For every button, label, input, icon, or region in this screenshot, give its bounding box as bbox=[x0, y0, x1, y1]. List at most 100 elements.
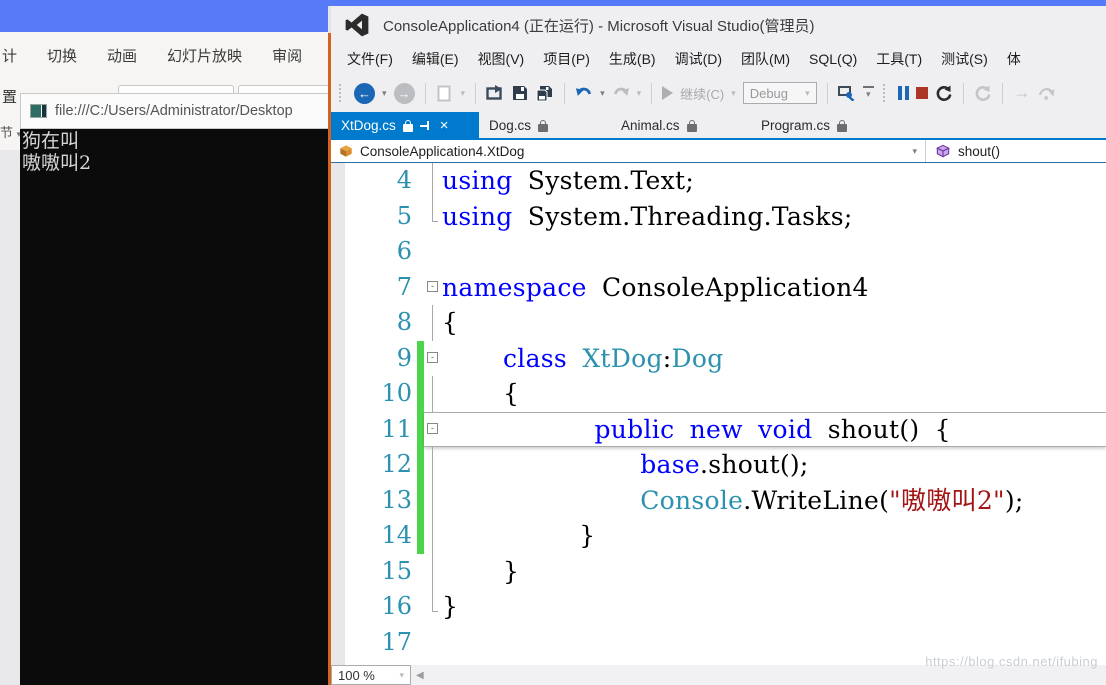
line-number[interactable]: 4 bbox=[331, 163, 417, 199]
close-icon[interactable]: × bbox=[440, 118, 449, 133]
code-editor[interactable]: 4 using System.Text; 5 using System.Threadi… bbox=[331, 163, 1106, 665]
menu-edit[interactable]: 编辑(E) bbox=[412, 49, 459, 69]
tab-xtdog-cs[interactable]: XtDog.cs × bbox=[331, 112, 479, 138]
menu-project[interactable]: 项目(P) bbox=[543, 49, 590, 69]
ppt-section-dropdown[interactable]: 节 ▾ bbox=[0, 122, 21, 141]
window-title: ConsoleApplication4 (正在运行) - Microsoft V… bbox=[383, 17, 815, 35]
menu-debug[interactable]: 调试(D) bbox=[675, 49, 722, 69]
tab-label: Animal.cs bbox=[621, 117, 680, 133]
collapse-icon[interactable]: - bbox=[427, 281, 438, 293]
chevron-down-icon: ▾ bbox=[399, 669, 404, 680]
line-number[interactable]: 16 bbox=[331, 589, 417, 625]
ppt-tab-transitions[interactable]: 切换 bbox=[47, 45, 77, 66]
collapse-icon[interactable]: - bbox=[427, 423, 438, 435]
console-window: file:///C:/Users/Administrator/Desktop 狗… bbox=[20, 93, 328, 685]
change-tracking-bar bbox=[417, 518, 424, 554]
code-line-9[interactable]: 9- class XtDog:Dog bbox=[331, 340, 1106, 377]
stop-debugging-button[interactable] bbox=[915, 87, 928, 99]
lock-icon bbox=[837, 119, 848, 132]
show-next-statement-button[interactable] bbox=[974, 84, 992, 102]
fold-margin[interactable]: - bbox=[424, 270, 442, 306]
line-number[interactable]: 15 bbox=[331, 554, 417, 590]
toolbar-grip[interactable] bbox=[882, 84, 889, 102]
change-tracking-bar bbox=[417, 482, 424, 518]
attach-process-button[interactable] bbox=[837, 84, 856, 102]
code-line-6[interactable]: 6 bbox=[331, 234, 1106, 270]
chevron-down-icon[interactable]: ▾ bbox=[382, 88, 387, 99]
toolbar-options-button[interactable]: ▾ bbox=[862, 86, 874, 100]
restart-button[interactable] bbox=[935, 84, 953, 102]
type-dropdown[interactable]: ConsoleApplication4.XtDog ▾ bbox=[331, 140, 926, 162]
code-line-15[interactable]: 15 } bbox=[331, 553, 1106, 590]
code-line-11[interactable]: 11- public new void shout() { bbox=[331, 411, 1106, 448]
code-line-14[interactable]: 14 } bbox=[331, 518, 1106, 554]
watermark-text: https://blog.csdn.net/ifubing bbox=[925, 654, 1098, 669]
menu-architecture-partial[interactable]: 体 bbox=[1007, 49, 1021, 69]
line-number[interactable]: 10 bbox=[331, 376, 417, 412]
code-line-7[interactable]: 7- namespace ConsoleApplication4 bbox=[331, 270, 1106, 306]
chevron-down-icon[interactable]: ▾ bbox=[600, 88, 605, 99]
open-file-button[interactable] bbox=[486, 84, 504, 102]
zoom-level-combo[interactable]: 100 % ▾ bbox=[331, 665, 411, 685]
navigate-forward-button[interactable]: → bbox=[393, 82, 415, 104]
line-number[interactable]: 8 bbox=[331, 305, 417, 341]
menu-test[interactable]: 测试(S) bbox=[941, 49, 988, 69]
code-line-12[interactable]: 12 base.shout(); bbox=[331, 447, 1106, 483]
tab-program-cs[interactable]: Program.cs bbox=[751, 112, 901, 138]
collapse-icon[interactable]: - bbox=[427, 352, 438, 364]
line-number[interactable]: 5 bbox=[331, 199, 417, 235]
step-over-button[interactable] bbox=[1038, 84, 1056, 102]
code-text: using System.Text; bbox=[442, 166, 695, 195]
tab-dog-cs[interactable]: Dog.cs bbox=[479, 112, 611, 138]
ppt-reset-label[interactable]: 置 bbox=[2, 86, 17, 107]
debug-configuration-combo[interactable]: Debug ▾ bbox=[742, 82, 817, 104]
chevron-down-icon[interactable]: ▾ bbox=[637, 88, 642, 99]
line-number[interactable]: 6 bbox=[331, 234, 417, 270]
scroll-left-icon[interactable]: ◀ bbox=[416, 670, 424, 681]
toolbar-grip[interactable] bbox=[339, 84, 345, 102]
navigate-back-button[interactable]: ← bbox=[354, 82, 375, 104]
redo-button[interactable] bbox=[612, 84, 630, 102]
line-number[interactable]: 9 bbox=[331, 341, 417, 377]
line-number[interactable]: 12 bbox=[331, 447, 417, 483]
code-line-13[interactable]: 13 Console.WriteLine("嗷嗷叫2"); bbox=[331, 482, 1106, 519]
chevron-down-icon[interactable]: ▾ bbox=[731, 88, 736, 99]
code-line-4[interactable]: 4 using System.Text; bbox=[331, 163, 1106, 199]
ppt-tab-design-partial[interactable]: 计 bbox=[2, 45, 17, 66]
line-number[interactable]: 14 bbox=[331, 518, 417, 554]
menu-team[interactable]: 团队(M) bbox=[741, 49, 790, 69]
pin-icon[interactable] bbox=[419, 120, 431, 131]
save-button[interactable] bbox=[511, 84, 529, 102]
code-line-5[interactable]: 5 using System.Threading.Tasks; bbox=[331, 198, 1106, 235]
step-into-button[interactable]: → bbox=[1013, 83, 1031, 102]
undo-button[interactable] bbox=[575, 84, 593, 102]
fold-margin[interactable]: - bbox=[424, 341, 442, 377]
continue-button[interactable]: 继续(C) bbox=[680, 84, 724, 103]
menu-tools[interactable]: 工具(T) bbox=[876, 49, 922, 69]
tab-animal-cs[interactable]: Animal.cs bbox=[611, 112, 751, 138]
vs-titlebar[interactable]: ConsoleApplication4 (正在运行) - Microsoft V… bbox=[331, 6, 1106, 44]
continue-play-icon[interactable] bbox=[662, 86, 674, 100]
ppt-tab-review[interactable]: 审阅 bbox=[272, 45, 302, 66]
ppt-tab-animations[interactable]: 动画 bbox=[107, 45, 137, 66]
save-all-button[interactable] bbox=[536, 84, 554, 102]
line-number[interactable]: 17 bbox=[331, 625, 417, 661]
ppt-tab-slideshow[interactable]: 幻灯片放映 bbox=[167, 45, 242, 66]
line-number[interactable]: 7 bbox=[331, 270, 417, 306]
menu-sql[interactable]: SQL(Q) bbox=[809, 51, 857, 67]
new-item-button[interactable] bbox=[436, 84, 454, 102]
chevron-down-icon[interactable]: ▾ bbox=[461, 88, 466, 99]
menu-build[interactable]: 生成(B) bbox=[609, 49, 656, 69]
change-tracking-bar bbox=[417, 270, 424, 306]
line-number[interactable]: 13 bbox=[331, 483, 417, 519]
pause-button[interactable] bbox=[897, 86, 909, 100]
fold-margin[interactable]: - bbox=[424, 413, 442, 447]
code-line-10[interactable]: 10 { bbox=[331, 376, 1106, 412]
menu-view[interactable]: 视图(V) bbox=[478, 49, 525, 69]
console-titlebar[interactable]: file:///C:/Users/Administrator/Desktop bbox=[20, 93, 328, 129]
code-line-16[interactable]: 16} bbox=[331, 589, 1106, 625]
menu-file[interactable]: 文件(F) bbox=[347, 49, 393, 69]
member-dropdown[interactable]: shout() bbox=[926, 140, 1106, 162]
code-line-8[interactable]: 8{ bbox=[331, 305, 1106, 341]
line-number[interactable]: 11 bbox=[331, 412, 417, 448]
